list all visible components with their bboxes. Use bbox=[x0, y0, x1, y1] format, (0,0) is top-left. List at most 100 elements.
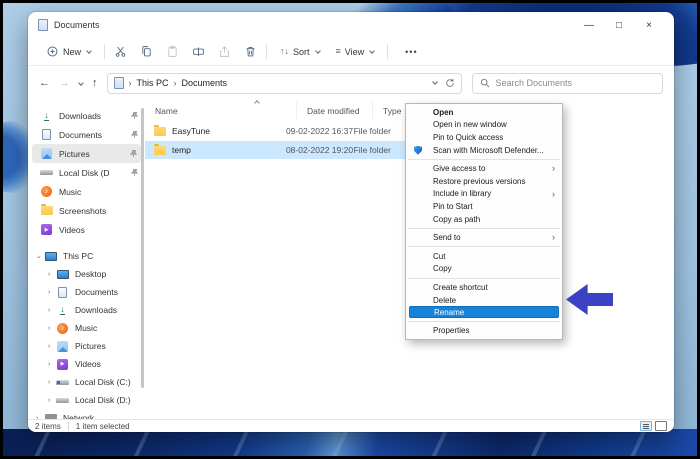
search-input[interactable] bbox=[496, 78, 656, 88]
screenshot-frame: Documents — □ × New bbox=[0, 0, 700, 459]
document-icon bbox=[38, 19, 48, 31]
view-button-label: View bbox=[345, 47, 364, 57]
rename-icon[interactable] bbox=[192, 45, 205, 58]
menu-item-restore-versions[interactable]: Restore previous versions bbox=[406, 175, 562, 188]
downloads-icon: ↓ bbox=[56, 304, 69, 317]
menu-item-create-shortcut[interactable]: Create shortcut bbox=[406, 281, 562, 294]
pin-icon bbox=[131, 169, 138, 176]
more-options-button[interactable]: ••• bbox=[405, 47, 417, 57]
tree-item-desktop[interactable]: › Desktop bbox=[28, 265, 145, 283]
copy-icon[interactable] bbox=[140, 45, 153, 58]
sidebar-item-documents[interactable]: Documents bbox=[28, 125, 145, 144]
drive-icon bbox=[40, 166, 53, 179]
sort-button[interactable]: ↑↓ Sort bbox=[276, 44, 324, 60]
tree-expanded-icon[interactable]: ⌄ bbox=[36, 252, 44, 260]
details-view-button[interactable] bbox=[640, 421, 652, 431]
search-box[interactable] bbox=[472, 73, 664, 94]
address-row: ← → ↑ › This PC › Documents bbox=[28, 66, 674, 100]
plus-circle-icon bbox=[46, 45, 59, 58]
menu-item-properties[interactable]: Properties bbox=[406, 324, 562, 337]
sidebar-item-pictures[interactable]: Pictures bbox=[32, 144, 141, 163]
sidebar-item-downloads[interactable]: ↓ Downloads bbox=[28, 106, 145, 125]
close-button[interactable]: × bbox=[634, 14, 664, 36]
tree-item-this-pc[interactable]: ⌄ This PC bbox=[28, 247, 145, 265]
breadcrumb[interactable]: › This PC › Documents bbox=[107, 73, 462, 94]
tree-item-videos[interactable]: › ▶ Videos bbox=[28, 355, 145, 373]
menu-item-copy[interactable]: Copy bbox=[406, 263, 562, 276]
tree-item-pictures[interactable]: › Pictures bbox=[28, 337, 145, 355]
menu-item-rename[interactable]: Rename bbox=[409, 306, 559, 318]
tree-item-downloads[interactable]: › ↓ Downloads bbox=[28, 301, 145, 319]
menu-separator bbox=[408, 228, 560, 229]
column-header-date-modified[interactable]: Date modified bbox=[297, 102, 373, 119]
new-button[interactable]: New bbox=[42, 42, 95, 61]
address-dropdown-icon[interactable] bbox=[432, 79, 438, 85]
tree-item-local-disk-c[interactable]: › Local Disk (C:) bbox=[28, 373, 145, 391]
menu-separator bbox=[408, 159, 560, 160]
menu-separator bbox=[408, 321, 560, 322]
menu-item-copy-as-path[interactable]: Copy as path bbox=[406, 213, 562, 226]
menu-item-send-to[interactable]: Send to› bbox=[406, 231, 562, 244]
tree-item-music[interactable]: › ♪ Music bbox=[28, 319, 145, 337]
minimize-button[interactable]: — bbox=[574, 14, 604, 36]
menu-item-cut[interactable]: Cut bbox=[406, 250, 562, 263]
menu-item-pin-quick-access[interactable]: Pin to Quick access bbox=[406, 131, 562, 144]
content-area: ↓ Downloads Documents Pictures bbox=[28, 100, 674, 419]
forward-button[interactable]: → bbox=[59, 77, 70, 89]
sidebar-item-videos[interactable]: ▶ Videos bbox=[28, 220, 145, 239]
title-bar[interactable]: Documents — □ × bbox=[28, 12, 674, 38]
videos-icon: ▶ bbox=[56, 358, 69, 371]
sidebar-item-local-disk[interactable]: Local Disk (D bbox=[28, 163, 145, 182]
desktop-wallpaper: Documents — □ × New bbox=[3, 3, 697, 456]
view-lines-icon: ≡ bbox=[336, 47, 341, 56]
tree-collapsed-icon[interactable]: › bbox=[48, 289, 56, 296]
documents-icon bbox=[40, 128, 53, 141]
tree-collapsed-icon[interactable]: › bbox=[48, 343, 56, 350]
tree-item-documents[interactable]: › Documents bbox=[28, 283, 145, 301]
menu-item-open[interactable]: Open bbox=[406, 106, 562, 119]
sidebar-item-music[interactable]: ♪ Music bbox=[28, 182, 145, 201]
tree-collapsed-icon[interactable]: › bbox=[48, 361, 56, 368]
column-header-name[interactable]: Name bbox=[145, 102, 297, 119]
maximize-button[interactable]: □ bbox=[604, 14, 634, 36]
pictures-icon bbox=[40, 147, 53, 160]
menu-item-scan-defender[interactable]: Scan with Microsoft Defender... bbox=[406, 144, 562, 157]
up-button[interactable]: ↑ bbox=[92, 77, 98, 89]
menu-item-delete[interactable]: Delete bbox=[406, 294, 562, 307]
music-icon: ♪ bbox=[56, 322, 69, 335]
chevron-down-icon bbox=[315, 48, 321, 54]
large-icons-view-button[interactable] bbox=[655, 421, 667, 431]
share-icon[interactable] bbox=[218, 45, 231, 58]
menu-item-give-access[interactable]: Give access to› bbox=[406, 162, 562, 175]
breadcrumb-documents[interactable]: Documents bbox=[182, 78, 228, 88]
menu-item-open-new-window[interactable]: Open in new window bbox=[406, 119, 562, 132]
sidebar-scrollbar[interactable] bbox=[141, 108, 144, 388]
back-button[interactable]: ← bbox=[39, 77, 50, 89]
explorer-window: Documents — □ × New bbox=[28, 12, 674, 432]
tree-collapsed-icon[interactable]: › bbox=[48, 379, 56, 386]
tree-item-network[interactable]: › Network bbox=[28, 409, 145, 419]
menu-item-pin-to-start[interactable]: Pin to Start bbox=[406, 200, 562, 213]
delete-icon[interactable] bbox=[244, 45, 257, 58]
refresh-icon[interactable] bbox=[445, 78, 455, 88]
cut-icon[interactable] bbox=[114, 45, 127, 58]
toolbar-divider bbox=[104, 44, 105, 59]
chevron-down-icon bbox=[369, 48, 375, 54]
menu-item-include-library[interactable]: Include in library› bbox=[406, 188, 562, 201]
sidebar-item-screenshots[interactable]: Screenshots bbox=[28, 201, 145, 220]
tree-collapsed-icon[interactable]: › bbox=[48, 325, 56, 332]
file-row-temp[interactable]: temp 08-02-2022 19:20 File folder bbox=[145, 141, 407, 159]
tree-item-local-disk-d[interactable]: › Local Disk (D:) bbox=[28, 391, 145, 409]
tree-collapsed-icon[interactable]: › bbox=[48, 271, 56, 278]
pin-icon bbox=[130, 150, 137, 157]
file-row-easytune[interactable]: EasyTune 09-02-2022 16:37 File folder bbox=[145, 122, 407, 140]
toolbar-divider bbox=[387, 44, 388, 59]
history-chevron-icon[interactable] bbox=[78, 80, 84, 86]
pin-icon bbox=[131, 112, 138, 119]
breadcrumb-this-pc[interactable]: This PC bbox=[137, 78, 169, 88]
paste-icon[interactable] bbox=[166, 45, 179, 58]
tree-collapsed-icon[interactable]: › bbox=[48, 397, 56, 404]
tree-collapsed-icon[interactable]: › bbox=[48, 307, 56, 314]
sort-ascending-icon bbox=[254, 100, 260, 106]
view-button[interactable]: ≡ View bbox=[332, 44, 379, 60]
